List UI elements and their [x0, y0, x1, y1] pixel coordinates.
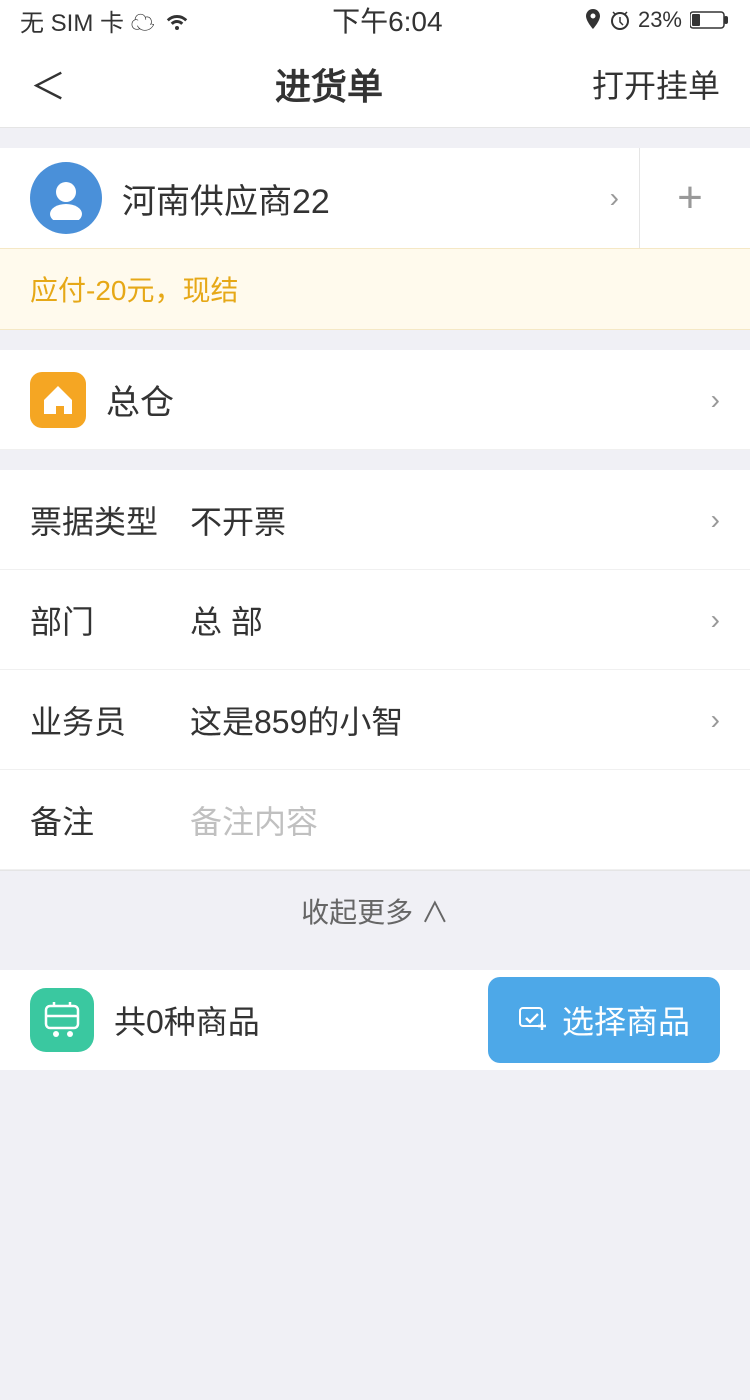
status-bar: 无 SIM 卡 ☁ 下午6:04 23% — [0, 0, 750, 40]
warning-text: 应付-20元，现结 — [30, 275, 238, 306]
collapse-label: 收起更多 ∧ — [301, 891, 449, 931]
empty-area — [0, 1070, 750, 1400]
product-icon — [30, 988, 94, 1052]
dept-chevron-icon: › — [711, 604, 720, 636]
dept-label: 部门 — [30, 597, 170, 643]
staff-value: 这是859的小智 — [170, 697, 701, 743]
battery-icon — [690, 10, 730, 30]
staff-label: 业务员 — [30, 697, 170, 743]
bottom-product-section: 共0种商品 选择商品 — [0, 970, 750, 1070]
select-product-icon — [518, 1006, 550, 1034]
dept-row[interactable]: 部门 总 部 › — [0, 570, 750, 670]
page-title: 进货单 — [275, 58, 383, 110]
warehouse-section[interactable]: 总仓 › — [0, 350, 750, 450]
alarm-icon — [610, 9, 630, 31]
status-time: 下午6:04 — [332, 0, 443, 40]
content-area: 河南供应商22 › + 应付-20元，现结 总仓 › 票据类型 不开票 › 部门… — [0, 148, 750, 1400]
house-icon — [40, 382, 76, 418]
supplier-chevron-icon: › — [610, 182, 619, 214]
supplier-section: 河南供应商22 › + — [0, 148, 750, 248]
invoice-chevron-icon: › — [711, 504, 720, 536]
warehouse-icon — [30, 372, 86, 428]
product-count: 共0种商品 — [114, 997, 488, 1043]
remark-row[interactable]: 备注 备注内容 — [0, 770, 750, 870]
back-button[interactable]: ＜ — [30, 58, 66, 110]
warehouse-chevron-icon: › — [711, 384, 720, 416]
open-pending-button[interactable]: 打开挂单 — [592, 61, 720, 107]
location-icon — [584, 9, 602, 31]
select-product-button[interactable]: 选择商品 — [488, 977, 720, 1063]
status-left: 无 SIM 卡 ☁ — [20, 3, 191, 38]
person-icon — [44, 176, 88, 220]
warehouse-name: 总仓 — [106, 375, 701, 424]
signal-text: 无 SIM 卡 ☁ — [20, 3, 155, 38]
collapse-button[interactable]: 收起更多 ∧ — [0, 870, 750, 950]
invoice-value: 不开票 — [170, 497, 701, 543]
remark-input[interactable]: 备注内容 — [170, 797, 720, 843]
invoice-label: 票据类型 — [30, 497, 170, 543]
form-section: 票据类型 不开票 › 部门 总 部 › 业务员 这是859的小智 › 备注 备注… — [0, 470, 750, 950]
supplier-name: 河南供应商22 — [122, 174, 600, 223]
supplier-row[interactable]: 河南供应商22 › — [30, 148, 640, 248]
supplier-avatar — [30, 162, 102, 234]
remark-label: 备注 — [30, 797, 170, 843]
select-product-label: 选择商品 — [562, 997, 690, 1043]
nav-bar: ＜ 进货单 打开挂单 — [0, 40, 750, 128]
battery-text: 23% — [638, 7, 682, 33]
staff-chevron-icon: › — [711, 704, 720, 736]
staff-row[interactable]: 业务员 这是859的小智 › — [0, 670, 750, 770]
warning-banner: 应付-20元，现结 — [0, 248, 750, 330]
dept-value: 总 部 — [170, 597, 701, 643]
cart-icon — [42, 1002, 82, 1038]
status-right: 23% — [584, 7, 730, 33]
invoice-row[interactable]: 票据类型 不开票 › — [0, 470, 750, 570]
add-supplier-button[interactable]: + — [640, 148, 720, 248]
wifi-icon — [163, 10, 191, 30]
